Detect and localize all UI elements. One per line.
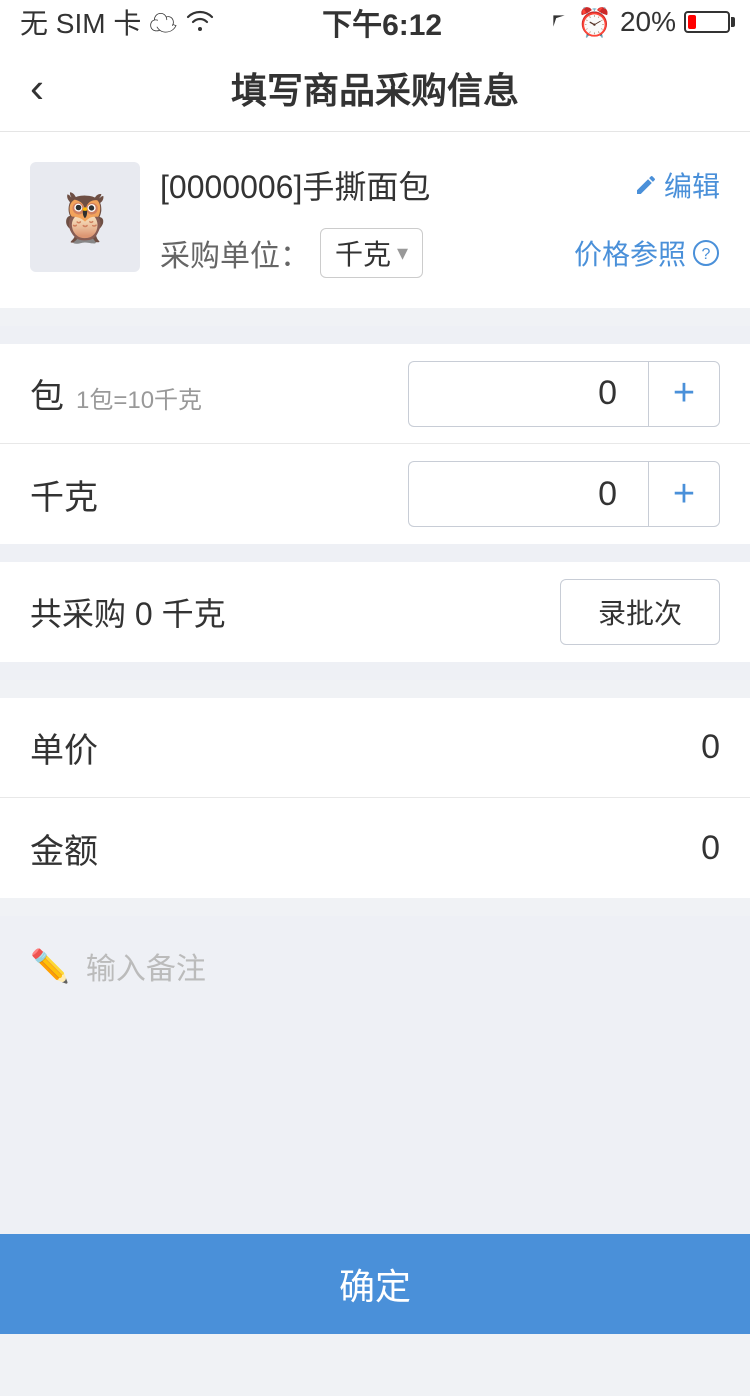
price-section: 单价 0 金额 0 xyxy=(0,698,750,898)
product-header: [0000006]手撕面包 编辑 xyxy=(160,162,720,208)
unit-price-label: 单价 xyxy=(30,723,98,772)
alarm-icon: ⏰ xyxy=(577,6,612,39)
kg-label-group: 千克 xyxy=(30,470,230,519)
svg-text:?: ? xyxy=(702,246,711,263)
batch-button[interactable]: 录批次 xyxy=(560,579,720,645)
main-content: 🦉 [0000006]手撕面包 编辑 采购单位： 千克 ▾ xyxy=(0,132,750,1396)
product-card: 🦉 [0000006]手撕面包 编辑 采购单位： 千克 ▾ xyxy=(0,132,750,308)
confirm-bar[interactable]: 确定 xyxy=(0,1234,750,1334)
pencil-icon: ✏️ xyxy=(30,947,70,985)
page-title: 填写商品采购信息 xyxy=(231,62,519,114)
bag-qty-input[interactable] xyxy=(408,361,648,427)
total-row: 共采购 0 千克 录批次 xyxy=(0,562,750,662)
remark-section[interactable]: ✏️ 输入备注 xyxy=(0,916,750,1016)
unit-price-value: 0 xyxy=(701,728,720,767)
status-time: 下午6:12 xyxy=(322,0,442,44)
confirm-text: 确定 xyxy=(339,1258,411,1310)
bag-input-row: 包 1包=10千克 + xyxy=(0,344,750,444)
bag-label-sub: 1包=10千克 xyxy=(76,380,202,415)
product-info: [0000006]手撕面包 编辑 采购单位： 千克 ▾ 价格 xyxy=(160,162,720,278)
bag-plus-button[interactable]: + xyxy=(648,361,720,427)
kg-input-row: 千克 + xyxy=(0,444,750,544)
divider-3 xyxy=(0,662,750,680)
price-ref-button[interactable]: 价格参照 ? xyxy=(574,233,720,273)
battery-percent: 20% xyxy=(620,6,676,38)
remark-placeholder: 输入备注 xyxy=(86,944,206,988)
battery-icon xyxy=(684,11,730,33)
bag-label: 包 xyxy=(30,369,64,418)
sim-label: 无 SIM 卡 ☁ xyxy=(20,2,177,42)
total-text: 共采购 0 千克 xyxy=(30,589,226,635)
amount-row: 金额 0 xyxy=(0,798,750,898)
status-bar: 无 SIM 卡 ☁ 下午6:12 ⏰ 20% xyxy=(0,0,750,44)
total-unit: 千克 xyxy=(162,596,226,632)
bag-label-group: 包 1包=10千克 xyxy=(30,369,230,418)
total-amount-value: 0 xyxy=(135,596,153,632)
status-right: ⏰ 20% xyxy=(549,6,730,39)
unit-dropdown-arrow: ▾ xyxy=(397,240,408,266)
product-logo: 🦉 xyxy=(55,189,115,246)
unit-price-row: 单价 0 xyxy=(0,698,750,798)
product-name: [0000006]手撕面包 xyxy=(160,162,430,208)
unit-label: 采购单位： xyxy=(160,231,310,275)
bag-input-right: + xyxy=(230,361,720,427)
status-left: 无 SIM 卡 ☁ xyxy=(20,2,215,42)
amount-label: 金额 xyxy=(30,824,98,873)
product-unit-row: 采购单位： 千克 ▾ 价格参照 ? xyxy=(160,228,720,278)
product-thumbnail: 🦉 xyxy=(30,162,140,272)
kg-plus-button[interactable]: + xyxy=(648,461,720,527)
divider-1 xyxy=(0,326,750,344)
edit-button[interactable]: 编辑 xyxy=(634,165,720,205)
nav-bar: ‹ 填写商品采购信息 xyxy=(0,44,750,132)
unit-select[interactable]: 千克 ▾ xyxy=(320,228,423,278)
kg-label: 千克 xyxy=(30,470,98,519)
location-icon xyxy=(549,6,569,38)
amount-value: 0 xyxy=(701,829,720,868)
input-section: 包 1包=10千克 + 千克 + xyxy=(0,344,750,544)
divider-2 xyxy=(0,544,750,562)
wifi-icon xyxy=(185,6,215,38)
kg-input-right: + xyxy=(230,461,720,527)
back-button[interactable]: ‹ xyxy=(30,64,44,112)
unit-value: 千克 xyxy=(335,233,391,273)
kg-qty-input[interactable] xyxy=(408,461,648,527)
